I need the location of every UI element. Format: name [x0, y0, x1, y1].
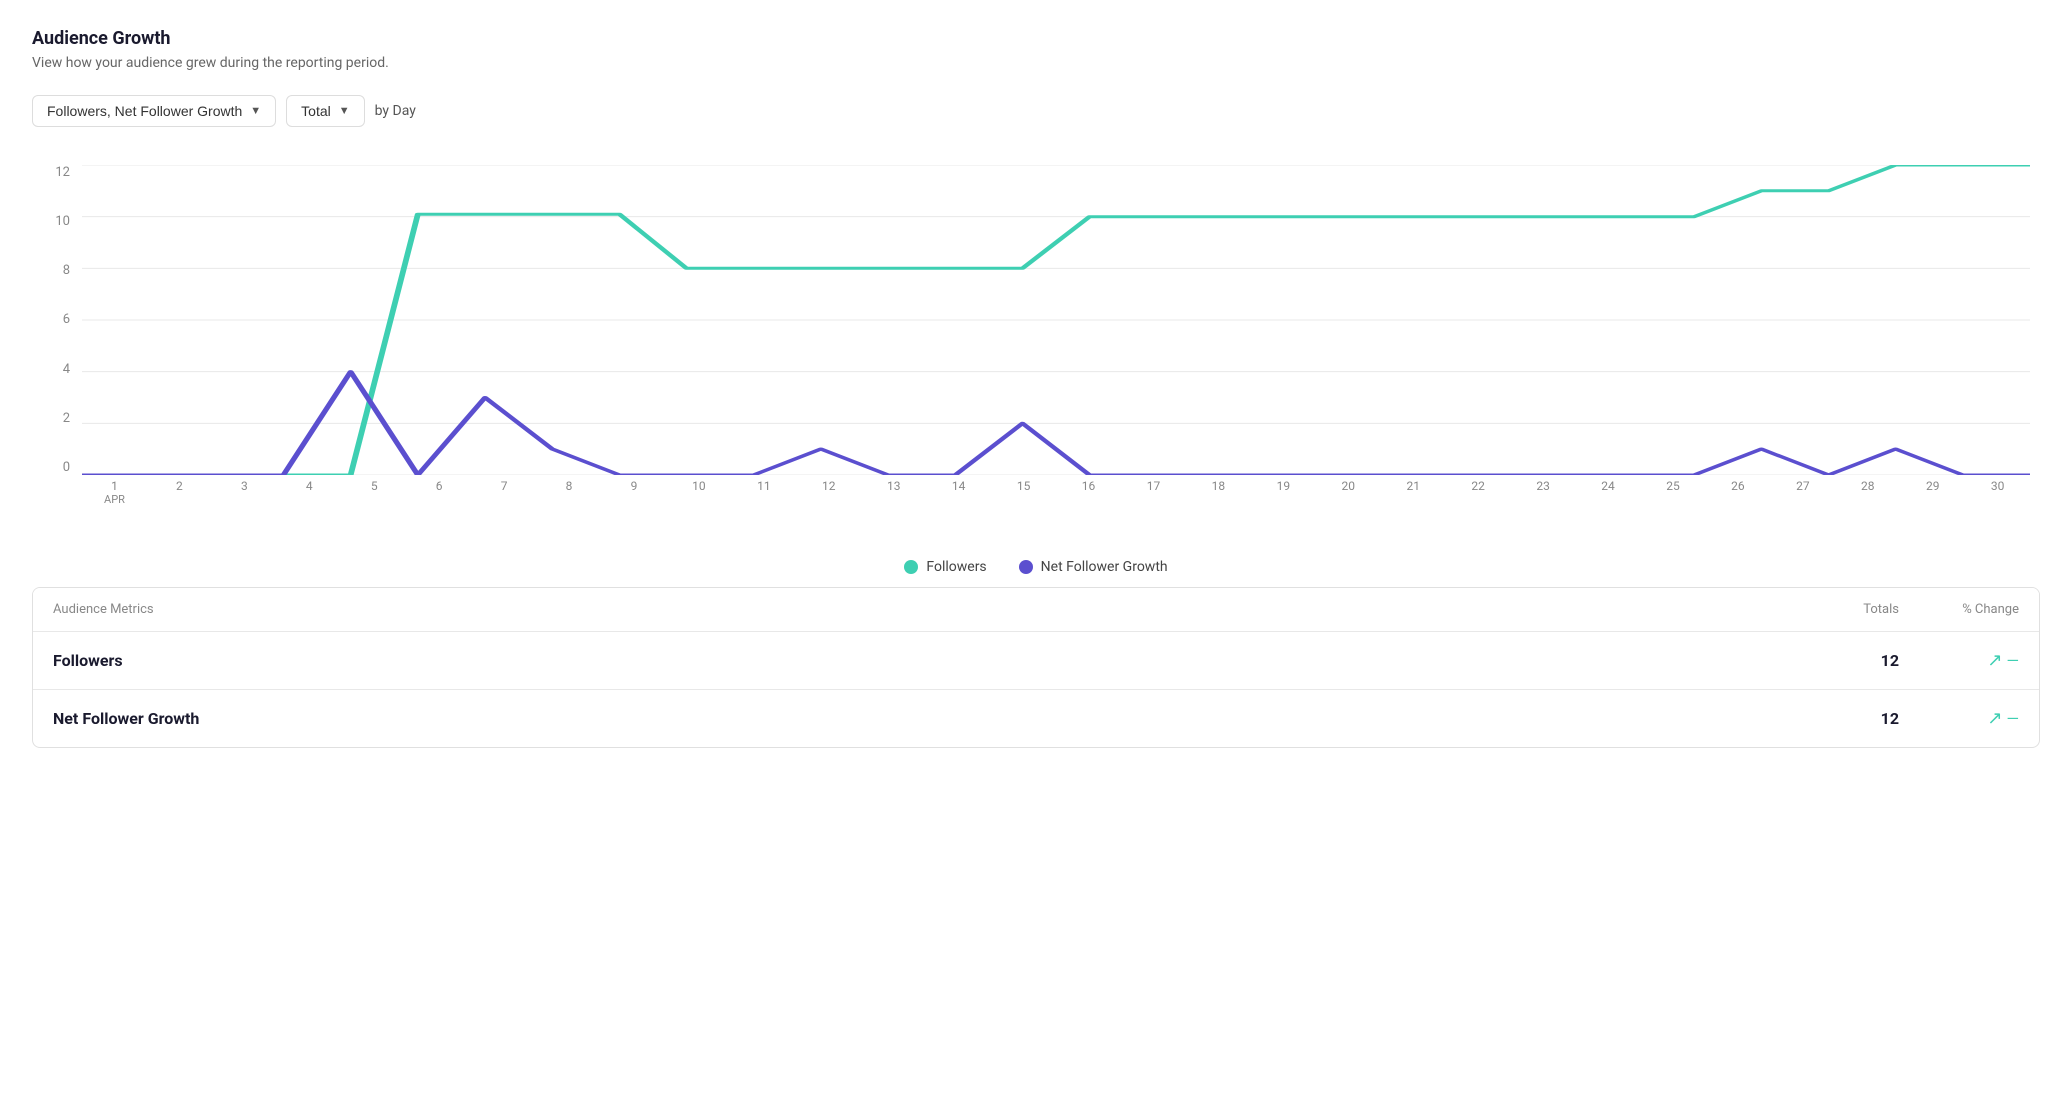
net-growth-change: ↗ — — [1939, 708, 2019, 729]
followers-legend-dot — [904, 560, 918, 574]
metrics-table: Audience Metrics Totals % Change Followe… — [32, 587, 2040, 748]
followers-change-arrow-icon: ↗ — [1987, 650, 2002, 671]
table-header-metric: Audience Metrics — [53, 602, 1819, 617]
net-growth-legend-dot — [1019, 560, 1033, 574]
followers-row-right: 12 ↗ — — [1819, 650, 2019, 671]
followers-total: 12 — [1819, 651, 1899, 670]
followers-change: ↗ — — [1939, 650, 2019, 671]
net-growth-change-dash: — — [2007, 709, 2020, 728]
net-growth-row-right: 12 ↗ — — [1819, 708, 2019, 729]
table-header: Audience Metrics Totals % Change — [33, 588, 2039, 631]
x-axis: 1APR 2 3 4 5 6 7 8 9 10 11 12 13 14 15 1… — [82, 479, 2030, 515]
chart-legend: Followers Net Follower Growth — [32, 559, 2040, 587]
metric-chevron-icon: ▼ — [250, 105, 261, 117]
net-growth-legend-item: Net Follower Growth — [1019, 559, 1168, 575]
net-growth-row-label: Net Follower Growth — [53, 709, 1819, 728]
page-subtitle: View how your audience grew during the r… — [32, 55, 2040, 71]
net-growth-legend-label: Net Follower Growth — [1041, 559, 1168, 575]
table-header-totals: Totals — [1819, 602, 1899, 617]
time-period-label: by Day — [375, 103, 416, 119]
y-axis: 12 10 8 6 4 2 0 — [32, 165, 76, 475]
audience-growth-chart: 12 10 8 6 4 2 0 1APR 2 3 — [32, 155, 2040, 535]
followers-legend-item: Followers — [904, 559, 986, 575]
table-header-change: % Change — [1939, 602, 2019, 617]
followers-row-label: Followers — [53, 651, 1819, 670]
net-growth-change-arrow-icon: ↗ — [1987, 708, 2002, 729]
aggregation-chevron-icon: ▼ — [339, 105, 350, 117]
followers-change-dash: — — [2007, 651, 2020, 670]
aggregation-dropdown[interactable]: Total ▼ — [286, 95, 364, 127]
page-title: Audience Growth — [32, 28, 2040, 49]
table-header-right: Totals % Change — [1819, 602, 2019, 617]
metric-dropdown[interactable]: Followers, Net Follower Growth ▼ — [32, 95, 276, 127]
table-row-net-follower-growth: Net Follower Growth 12 ↗ — — [33, 689, 2039, 747]
net-growth-total: 12 — [1819, 709, 1899, 728]
followers-legend-label: Followers — [926, 559, 986, 575]
table-row-followers: Followers 12 ↗ — — [33, 631, 2039, 689]
chart-svg — [82, 165, 2030, 475]
